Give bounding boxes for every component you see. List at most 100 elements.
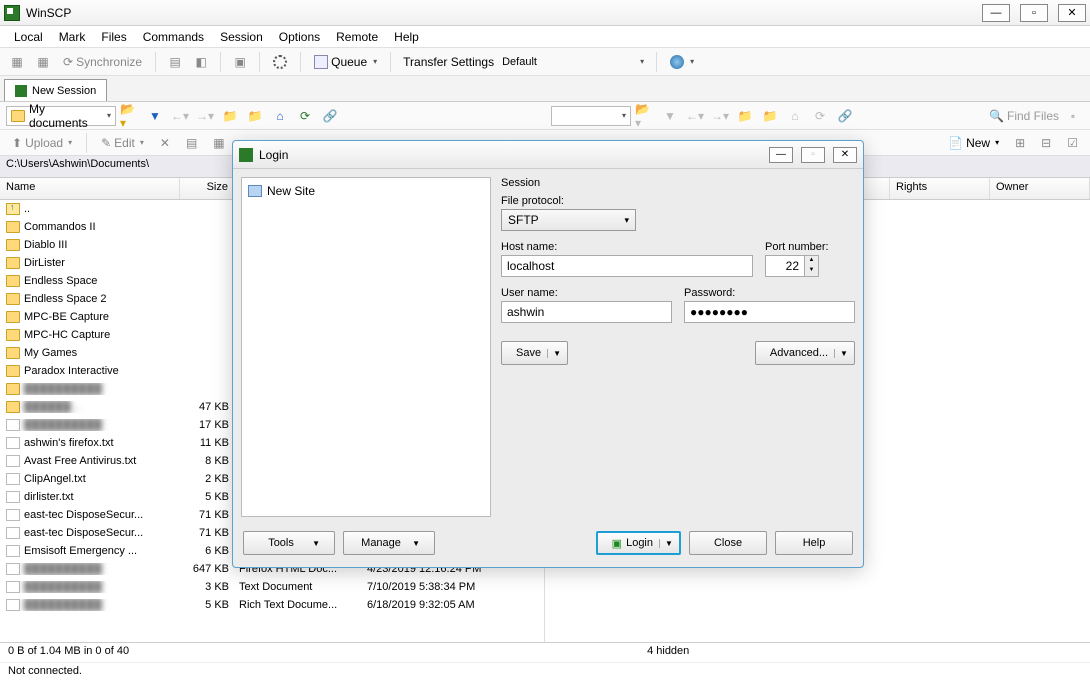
host-input[interactable] <box>501 255 753 277</box>
advanced-button[interactable]: Advanced...▼ <box>755 341 855 365</box>
file-row[interactable]: ██████████5 KBRich Text Docume...6/18/20… <box>0 596 544 614</box>
menu-remote[interactable]: Remote <box>330 28 384 46</box>
upload-button[interactable]: ⬆ Upload <box>6 134 78 152</box>
session-tabs: New Session <box>0 76 1090 102</box>
manage-button[interactable]: Manage▼ <box>343 531 435 555</box>
file-size: 47 KB <box>180 401 235 413</box>
folder-icon <box>6 293 20 305</box>
close-dialog-button[interactable]: Close <box>689 531 767 555</box>
port-input[interactable] <box>765 255 805 277</box>
status-selection: 0 B of 1.04 MB in 0 of 40 <box>8 645 129 660</box>
login-button[interactable]: ▣Login▼ <box>596 531 681 555</box>
toolbar-icon-5[interactable]: ▣ <box>229 51 251 73</box>
minus-button[interactable]: ⊟ <box>1035 134 1057 152</box>
file-size: 11 KB <box>180 437 235 449</box>
parent-folder-button[interactable]: 📁 <box>219 105 241 127</box>
menu-session[interactable]: Session <box>214 28 269 46</box>
open-folder-button[interactable]: 📂▾ <box>119 105 141 127</box>
remote-root-button[interactable]: 📁 <box>759 105 781 127</box>
col-size[interactable]: Size <box>180 178 235 199</box>
nav-back-button[interactable]: ←▾ <box>169 105 191 127</box>
toolbar-icon-4[interactable]: ◧ <box>190 51 212 73</box>
remote-back-button[interactable]: ←▾ <box>684 105 706 127</box>
site-list[interactable]: New Site <box>241 177 491 517</box>
file-size: 8 KB <box>180 455 235 467</box>
sync-browse-button[interactable]: 🔗 <box>319 105 341 127</box>
remote-forward-button[interactable]: →▾ <box>709 105 731 127</box>
menu-local[interactable]: Local <box>8 28 49 46</box>
tab-new-session[interactable]: New Session <box>4 79 107 101</box>
file-name: Diablo III <box>24 239 67 251</box>
drive-selector[interactable]: My documents <box>6 106 116 126</box>
remote-parent-button[interactable]: 📁 <box>734 105 756 127</box>
synchronize-button[interactable]: ⟳ Synchronize <box>58 51 147 73</box>
file-name: ██████████ <box>24 563 102 575</box>
globe-button[interactable] <box>665 51 699 73</box>
check-button[interactable]: ☑ <box>1061 134 1084 152</box>
remote-filter-button[interactable]: ▼ <box>659 105 681 127</box>
file-name: dirlister.txt <box>24 491 74 503</box>
refresh-button[interactable]: ⟳ <box>294 105 316 127</box>
file-name: ██████... <box>24 401 80 413</box>
port-spinner[interactable]: ▲▼ <box>765 255 855 277</box>
delete-button[interactable]: ✕ <box>154 134 176 152</box>
more-button[interactable]: ▦ <box>207 134 230 152</box>
maximize-button[interactable]: ▫ <box>1020 4 1048 22</box>
save-dropdown[interactable]: ▼ <box>547 349 561 358</box>
remote-open-button[interactable]: 📂▾ <box>634 105 656 127</box>
remote-sync-button[interactable]: 🔗 <box>834 105 856 127</box>
home-button[interactable]: ⌂ <box>269 105 291 127</box>
toolbar-icon-2[interactable]: ▦ <box>32 51 54 73</box>
properties-button[interactable]: ▤ <box>180 134 203 152</box>
separator <box>86 133 87 153</box>
new-button[interactable]: 📄 New <box>942 134 1005 152</box>
save-button[interactable]: Save▼ <box>501 341 568 365</box>
app-title: WinSCP <box>26 6 71 20</box>
minimize-button[interactable]: — <box>982 4 1010 22</box>
queue-button[interactable]: Queue <box>309 51 382 73</box>
dialog-close-button[interactable]: ✕ <box>833 147 857 163</box>
file-row[interactable]: ██████████3 KBText Document7/10/2019 5:3… <box>0 578 544 596</box>
file-size: 71 KB <box>180 509 235 521</box>
col-owner[interactable]: Owner <box>990 178 1090 199</box>
file-name: ██████████ <box>24 383 102 395</box>
menu-mark[interactable]: Mark <box>53 28 92 46</box>
tools-button[interactable]: Tools▼ <box>243 531 335 555</box>
file-protocol-select[interactable]: SFTP <box>501 209 636 231</box>
root-folder-button[interactable]: 📁 <box>244 105 266 127</box>
menu-help[interactable]: Help <box>388 28 425 46</box>
filter-button[interactable]: ▼ <box>144 105 166 127</box>
dialog-minimize-button[interactable]: — <box>769 147 793 163</box>
menu-commands[interactable]: Commands <box>137 28 210 46</box>
nav-forward-button[interactable]: →▾ <box>194 105 216 127</box>
remote-home-button[interactable]: ⌂ <box>784 105 806 127</box>
user-input[interactable] <box>501 301 672 323</box>
login-dropdown[interactable]: ▼ <box>659 539 673 548</box>
help-button[interactable]: Help <box>775 531 853 555</box>
find-files-button[interactable]: 🔍 Find Files <box>989 109 1059 123</box>
port-up[interactable]: ▲ <box>805 256 818 266</box>
site-new-site[interactable]: New Site <box>246 182 486 200</box>
menu-files[interactable]: Files <box>95 28 132 46</box>
toolbar-icon-1[interactable]: ▦ <box>6 51 28 73</box>
close-button[interactable]: ✕ <box>1058 4 1086 22</box>
menu-options[interactable]: Options <box>273 28 326 46</box>
col-name[interactable]: Name <box>0 178 180 199</box>
transfer-settings-dropdown[interactable]: Default <box>498 52 648 72</box>
file-icon <box>6 563 20 575</box>
host-label: Host name: <box>501 241 753 253</box>
settings-button[interactable] <box>268 51 292 73</box>
toolbar-icon-3[interactable]: ▤ <box>164 51 186 73</box>
remote-refresh-button[interactable]: ⟳ <box>809 105 831 127</box>
col-rights[interactable]: Rights <box>890 178 990 199</box>
password-input[interactable] <box>684 301 855 323</box>
edit-button[interactable]: ✎ Edit <box>95 134 150 152</box>
advanced-dropdown[interactable]: ▼ <box>834 349 848 358</box>
folder-icon <box>6 221 20 233</box>
terminal-button[interactable]: ▪ <box>1062 105 1084 127</box>
plus-button[interactable]: ⊞ <box>1009 134 1031 152</box>
globe-icon <box>670 55 684 69</box>
port-down[interactable]: ▼ <box>805 266 818 276</box>
remote-drive-selector[interactable] <box>551 106 631 126</box>
dialog-maximize-button[interactable]: ▫ <box>801 147 825 163</box>
